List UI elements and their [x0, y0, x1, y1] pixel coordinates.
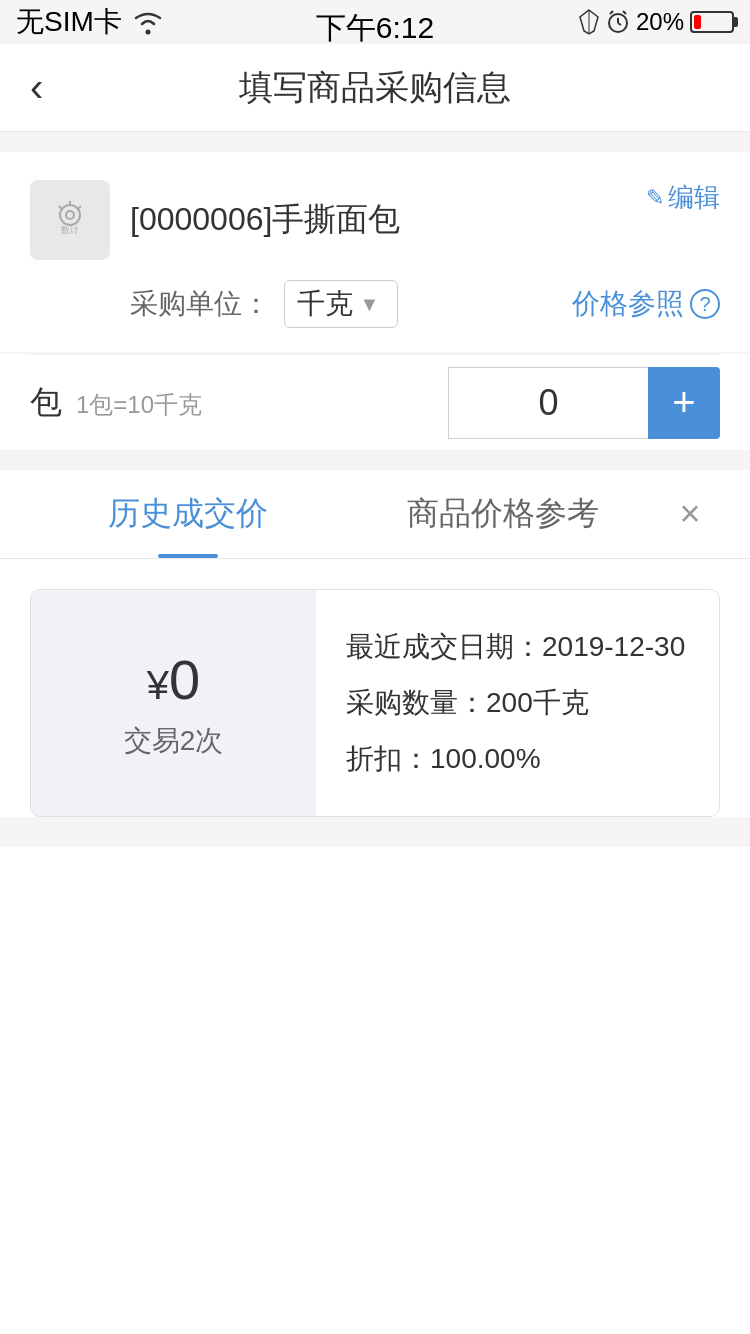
alarm-icon	[606, 9, 630, 35]
info-icon: ?	[690, 289, 720, 319]
tab-history-price[interactable]: 历史成交价	[30, 470, 345, 558]
quantity-row: 包 1包=10千克 +	[30, 354, 720, 450]
qty-input-group: +	[448, 367, 720, 439]
txn-details-section: 最近成交日期：2019-12-30 采购数量：200千克 折扣：100.00%	[316, 590, 719, 816]
battery-icon	[690, 11, 734, 33]
tabs-section: 历史成交价 商品价格参考 × ¥0 交易2次 最近成交日期：2019-12-30…	[0, 470, 750, 817]
product-name: [0000006]手撕面包	[130, 198, 400, 242]
unit-row-left: 采购单位： 千克 ▼	[130, 280, 398, 328]
quantity-input[interactable]	[448, 367, 648, 439]
status-left: 无SIM卡	[16, 3, 166, 41]
qty-unit-big: 包	[30, 381, 62, 425]
txn-qty-row: 采购数量：200千克	[346, 682, 689, 724]
txn-date-row: 最近成交日期：2019-12-30	[346, 626, 689, 668]
unit-select[interactable]: 千克 ▼	[284, 280, 398, 328]
back-button[interactable]: ‹	[20, 55, 53, 120]
svg-text:数计: 数计	[61, 225, 79, 235]
nav-bar: ‹ 填写商品采购信息	[0, 44, 750, 132]
carrier-text: 无SIM卡	[16, 3, 122, 41]
bottom-space	[0, 847, 750, 1334]
svg-line-9	[78, 206, 81, 209]
svg-point-7	[66, 211, 74, 219]
transaction-card: ¥0 交易2次 最近成交日期：2019-12-30 采购数量：200千克 折扣：…	[30, 589, 720, 817]
wifi-icon	[130, 8, 166, 36]
txn-discount-row: 折扣：100.00%	[346, 738, 689, 780]
txn-trade-count: 交易2次	[124, 722, 224, 760]
tabs-close-button[interactable]: ×	[660, 470, 720, 558]
tabs-header: 历史成交价 商品价格参考 ×	[0, 470, 750, 559]
txn-price-section: ¥0 交易2次	[31, 590, 316, 816]
edit-icon: ✎	[646, 185, 664, 211]
edit-button[interactable]: ✎ 编辑	[646, 180, 720, 215]
price-reference-button[interactable]: 价格参照 ?	[572, 285, 720, 323]
product-thumbnail: 数计	[30, 180, 110, 260]
status-time: 下午6:12	[316, 8, 434, 49]
svg-line-4	[610, 11, 613, 14]
svg-point-6	[60, 205, 80, 225]
qty-unit-small: 1包=10千克	[76, 389, 202, 421]
unit-select-arrow: ▼	[359, 293, 379, 316]
page-title: 填写商品采购信息	[239, 65, 511, 111]
status-bar: 无SIM卡 下午6:12 20%	[0, 0, 750, 44]
txn-price-display: ¥0	[147, 647, 200, 712]
battery-percent: 20%	[636, 8, 684, 36]
product-left: 数计 [0000006]手撕面包	[30, 180, 400, 260]
qty-plus-button[interactable]: +	[648, 367, 720, 439]
svg-point-0	[145, 30, 150, 35]
location-icon	[578, 9, 600, 35]
qty-unit-display: 包 1包=10千克	[30, 381, 202, 425]
tab-product-price-ref[interactable]: 商品价格参考	[345, 470, 660, 558]
status-right: 20%	[578, 8, 734, 36]
quantity-section: 包 1包=10千克 +	[0, 354, 750, 450]
product-card: 数计 [0000006]手撕面包 ✎ 编辑 采购单位： 千克 ▼ 价格参照 ?	[0, 152, 750, 352]
svg-line-5	[623, 11, 626, 14]
svg-line-10	[59, 206, 62, 209]
svg-line-3	[618, 23, 621, 25]
